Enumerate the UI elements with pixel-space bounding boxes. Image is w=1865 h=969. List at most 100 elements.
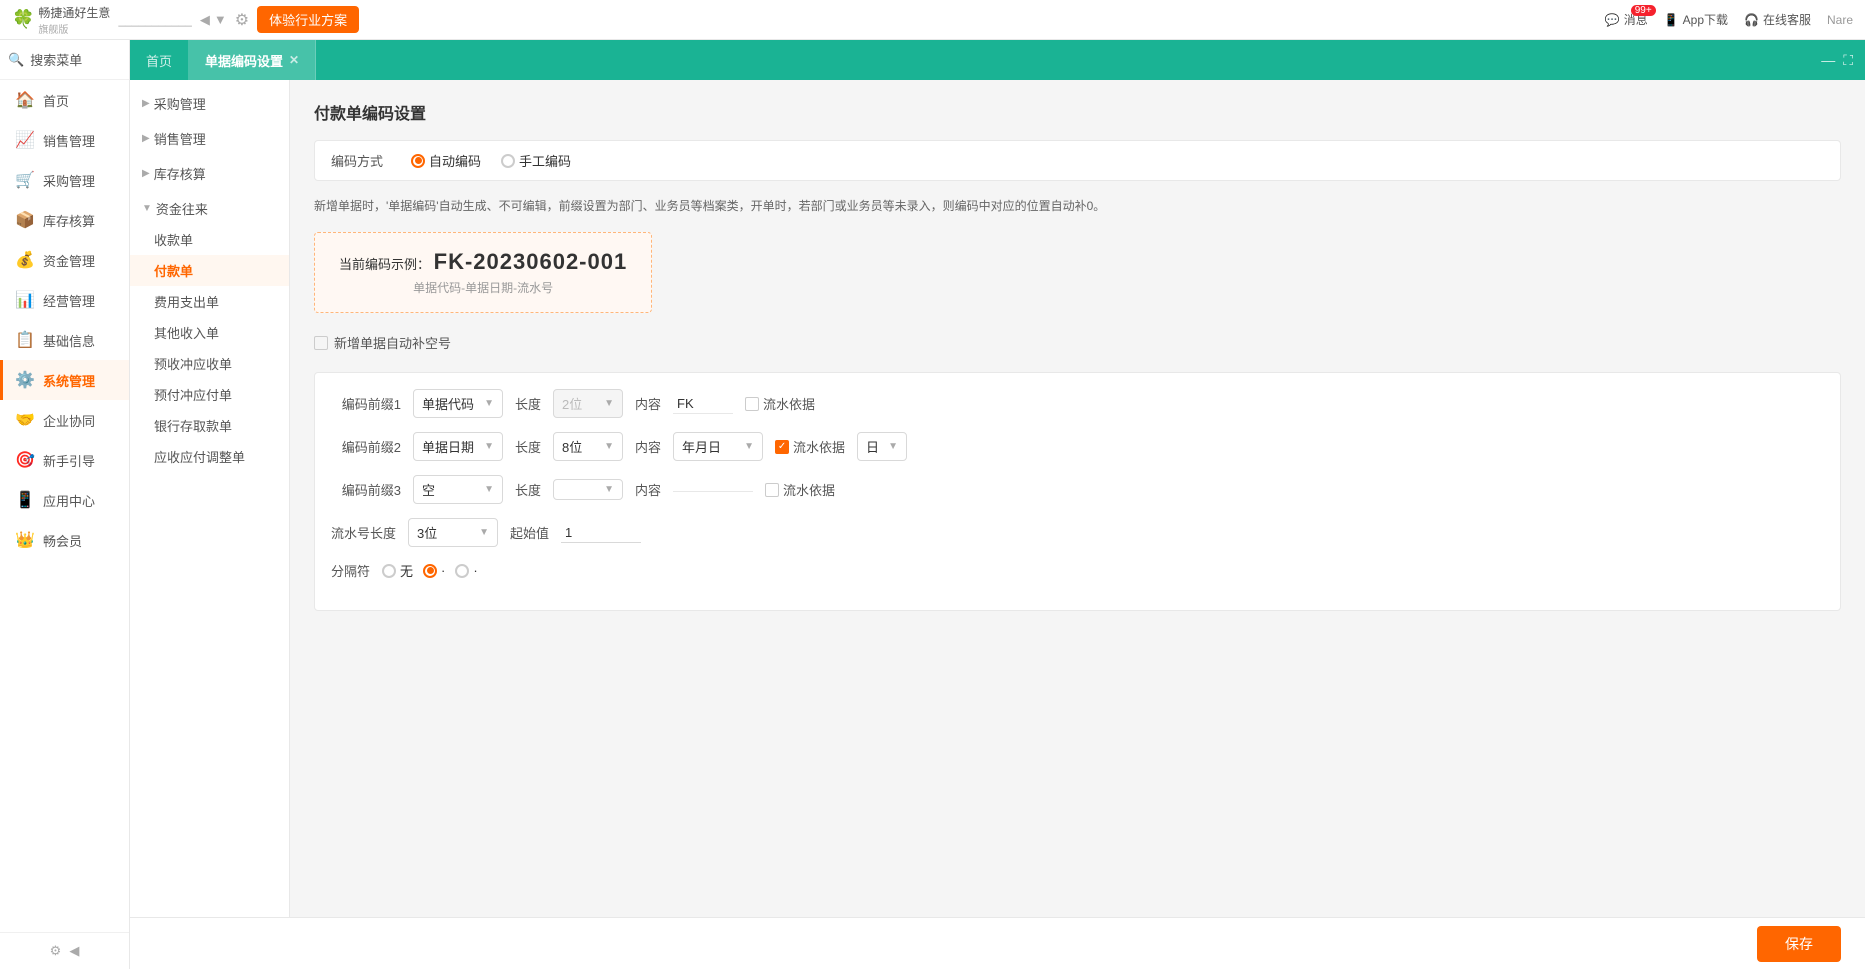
tab-encoding-settings[interactable]: 单据编码设置 ✕ [189,40,316,80]
sub-nav-item-other-income[interactable]: 其他收入单 [130,317,289,348]
tab-expand-icon[interactable]: ⛶ [1843,52,1853,69]
water-2-checkbox[interactable] [775,440,789,454]
water-1-checkbox[interactable] [745,397,759,411]
manual-code-option[interactable]: 手工编码 [501,151,571,170]
search-icon: 🔍 [8,52,24,68]
app-center-icon: 📱 [15,490,35,510]
auto-code-option[interactable]: 自动编码 [411,151,481,170]
save-button[interactable]: 保存 [1757,926,1841,962]
sidebar-settings-icon[interactable]: ⚙ [50,943,62,959]
capital-title-text: 资金往来 [156,199,208,218]
sidebar-item-guide[interactable]: 🎯 新手引导 [0,440,129,480]
support-label: 在线客服 [1763,11,1811,28]
sidebar-item-operation[interactable]: 📊 经营管理 [0,280,129,320]
topbar-message[interactable]: 💬 消息 99+ [1605,11,1648,28]
sidebar-item-purchase[interactable]: 🛒 采购管理 [0,160,129,200]
sub-nav-inventory-title[interactable]: ▶ 库存核算 [130,158,289,189]
main-area: 首页 单据编码设置 ✕ — ⛶ ▶ 采购管理 [130,40,1865,969]
prefix-2-label: 编码前缀2 [331,437,401,456]
length-3-arrow: ▼ [604,484,614,495]
topbar-right: 💬 消息 99+ 📱 App下载 🎧 在线客服 Nare [1605,11,1853,28]
prefix-3-label: 编码前缀3 [331,480,401,499]
sub-nav-group-capital: ▼ 资金往来 收款单 付款单 费用支出单 其他收入单 预收冲应收单 预付冲应付单… [130,193,289,472]
auto-fill-label: 新增单据自动补空号 [334,333,451,352]
sidebar-item-app[interactable]: 📱 应用中心 [0,480,129,520]
topbar-company-url: ___________ [118,13,191,27]
separator-dash-radio[interactable] [455,564,469,578]
sub-nav-purchase-title[interactable]: ▶ 采购管理 [130,88,289,119]
sidebar-item-finance-label: 资金管理 [43,251,95,270]
length-1-arrow: ▼ [604,398,614,409]
tab-minimize-icon[interactable]: — [1821,52,1835,68]
topbar: 🍀 畅捷通好生意 旗舰版 ___________ ◀▼ ⚙ 体验行业方案 💬 消… [0,0,1865,40]
sub-nav-item-advance-collect[interactable]: 预收冲应收单 [130,348,289,379]
company-name: 🍀 畅捷通好生意 旗舰版 [12,4,110,36]
content-1-label: 内容 [635,394,661,413]
period-select[interactable]: 日 ▼ [857,432,907,461]
sub-nav-capital-title[interactable]: ▼ 资金往来 [130,193,289,224]
separator-dash-option[interactable]: · [455,563,477,578]
inventory-title-text: 库存核算 [154,164,206,183]
prefix-3-select[interactable]: 空 ▼ [413,475,503,504]
sub-nav-item-adjust[interactable]: 应收应付调整单 [130,441,289,472]
encoding-method-row: 编码方式 自动编码 手工编码 [314,140,1841,181]
sidebar-item-purchase-label: 采购管理 [43,171,95,190]
length-3-select[interactable]: ▼ [553,479,623,500]
auto-code-label: 自动编码 [429,151,481,170]
prefix-2-select[interactable]: 单据日期 ▼ [413,432,503,461]
member-icon: 👑 [15,530,35,550]
sidebar-item-finance[interactable]: 💰 资金管理 [0,240,129,280]
separator-none-radio[interactable] [382,564,396,578]
sidebar-item-collab[interactable]: 🤝 企业协同 [0,400,129,440]
sidebar-collapse-icon[interactable]: ◀ [69,943,79,959]
sub-nav-item-payment[interactable]: 付款单 [130,255,289,286]
separator-none-option[interactable]: 无 [382,561,413,580]
topbar-user[interactable]: Nare [1827,13,1853,27]
sidebar-item-basic[interactable]: 📋 基础信息 [0,320,129,360]
length-2-select[interactable]: 8位 ▼ [553,432,623,461]
topbar-online-support[interactable]: 🎧 在线客服 [1744,11,1811,28]
sidebar-item-system[interactable]: ⚙️ 系统管理 [0,360,129,400]
serial-length-select[interactable]: 3位 ▼ [408,518,498,547]
topbar-app-download[interactable]: 📱 App下载 [1664,11,1728,28]
separator-dot-option[interactable]: · [423,563,445,578]
start-value-input[interactable] [561,523,641,543]
separator-dot-radio[interactable] [423,564,437,578]
sidebar-item-member[interactable]: 👑 畅会员 [0,520,129,560]
prefix-1-select[interactable]: 单据代码 ▼ [413,389,503,418]
search-label: 搜索菜单 [30,50,82,69]
prefix-3-value: 空 [422,480,435,499]
trial-button[interactable]: 体验行业方案 [257,6,359,33]
sidebar-item-home[interactable]: 🏠 首页 [0,80,129,120]
auto-code-radio[interactable] [411,154,425,168]
water-3-label: 流水依据 [783,480,835,499]
serial-row: 流水号长度 3位 ▼ 起始值 [331,518,1824,547]
water-3-checkbox-group: 流水依据 [765,480,835,499]
auto-fill-checkbox[interactable] [314,336,328,350]
preview-desc: 单据代码-单据日期-流水号 [339,279,627,296]
sidebar-item-basic-label: 基础信息 [43,331,95,350]
content-2-select[interactable]: 年月日 ▼ [673,432,763,461]
sub-nav-item-bank[interactable]: 银行存取款单 [130,410,289,441]
tab-bar: 首页 单据编码设置 ✕ — ⛶ [130,40,1865,80]
manual-code-radio[interactable] [501,154,515,168]
sub-nav-item-advance-pay[interactable]: 预付冲应付单 [130,379,289,410]
water-3-checkbox[interactable] [765,483,779,497]
tab-home[interactable]: 首页 [130,40,189,80]
sub-nav-item-receipts[interactable]: 收款单 [130,224,289,255]
sidebar-item-sales[interactable]: 📈 销售管理 [0,120,129,160]
purchase-title-text: 采购管理 [154,94,206,113]
sub-nav-item-expense[interactable]: 费用支出单 [130,286,289,317]
serial-length-arrow: ▼ [479,527,489,538]
sidebar-search[interactable]: 🔍 搜索菜单 [0,40,129,80]
content-2-value: 年月日 [682,437,721,456]
sidebar-item-inventory[interactable]: 📦 库存核算 [0,200,129,240]
tab-close-icon[interactable]: ✕ [289,53,299,67]
sub-nav: ▶ 采购管理 ▶ 销售管理 ▶ 库存核算 [130,80,290,917]
topbar-gear-icon[interactable]: ⚙ [235,10,249,30]
separator-dash-label: · [473,563,477,578]
separator-none-label: 无 [400,561,413,580]
sub-nav-sales-title[interactable]: ▶ 销售管理 [130,123,289,154]
prefix-1-label: 编码前缀1 [331,394,401,413]
topbar-nav-arrows[interactable]: ◀▼ [200,12,227,28]
